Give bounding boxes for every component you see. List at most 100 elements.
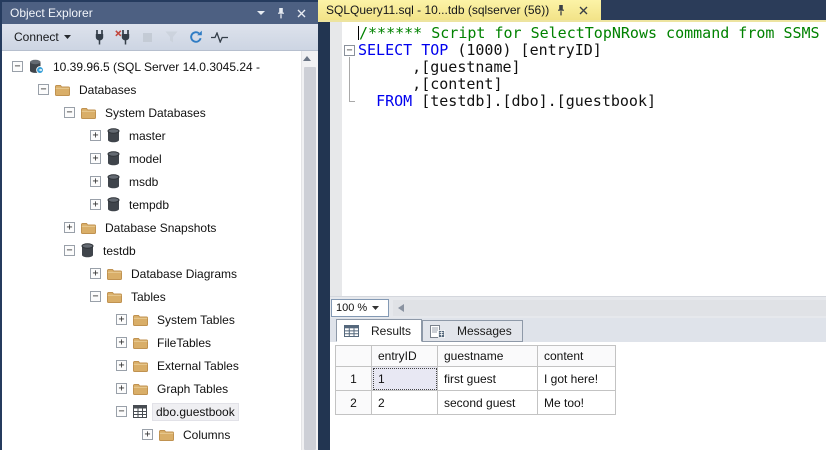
tree-item-label: Columns [180, 427, 233, 443]
stop-button[interactable] [139, 26, 163, 48]
tree-item-tables[interactable]: −Tables [2, 285, 301, 308]
grid-corner-cell[interactable] [336, 346, 372, 367]
tree-item-testdb[interactable]: − testdb [2, 239, 301, 262]
grid-cell[interactable]: first guest [438, 367, 538, 391]
horizontal-scrollbar[interactable] [393, 300, 826, 316]
collapse-minus-icon[interactable]: − [90, 291, 101, 302]
tree-item-master[interactable]: +master [2, 124, 301, 147]
expand-plus-icon[interactable]: + [116, 360, 127, 371]
expand-plus-icon[interactable]: + [90, 153, 101, 164]
object-explorer-titlebar[interactable]: Object Explorer [2, 2, 318, 24]
tree-item-label: 10.39.96.5 (SQL Server 14.0.3045.24 - [50, 59, 263, 75]
results-grid: entryIDguestnamecontent 11first guestI g… [335, 345, 616, 415]
expand-plus-icon[interactable]: + [90, 176, 101, 187]
activity-monitor-icon [211, 32, 228, 43]
folder-icon [133, 314, 148, 326]
tree-vertical-scrollbar[interactable] [301, 51, 318, 450]
expand-plus-icon[interactable]: + [116, 383, 127, 394]
collapse-minus-icon[interactable]: − [12, 61, 23, 72]
grid-cell[interactable]: Me too! [538, 391, 616, 415]
grid-cell[interactable]: 1 [372, 367, 438, 391]
tab-title: SQLQuery11.sql - 10...tdb (sqlserver (56… [326, 3, 549, 17]
refresh-button[interactable] [187, 26, 211, 48]
tree-item-databases[interactable]: −Databases [2, 78, 301, 101]
tree-item-label: Graph Tables [154, 381, 231, 397]
collapse-minus-icon[interactable]: − [64, 107, 75, 118]
filter-button[interactable] [163, 26, 187, 48]
tree-item-label: model [126, 151, 165, 167]
code-surface[interactable]: − /****** Script for SelectTopNRows comm… [342, 22, 826, 296]
expand-plus-icon[interactable]: + [142, 429, 153, 440]
pin-icon [276, 7, 286, 20]
table-icon [133, 405, 147, 418]
row-header[interactable]: 2 [336, 391, 372, 415]
close-icon [297, 9, 306, 18]
stop-icon [142, 32, 153, 43]
activity-monitor-button[interactable] [211, 26, 235, 48]
tree-item-database-snapshots[interactable]: +Database Snapshots [2, 216, 301, 239]
tree-item-system-tables[interactable]: +System Tables [2, 308, 301, 331]
grid-cell[interactable]: I got here! [538, 367, 616, 391]
fold-collapse-icon[interactable]: − [344, 45, 355, 56]
expand-plus-icon[interactable]: + [64, 222, 75, 233]
scroll-left-icon[interactable] [393, 300, 409, 316]
grid-cell[interactable]: 2 [372, 391, 438, 415]
scrollbar-thumb[interactable] [304, 67, 316, 450]
document-tabstrip: SQLQuery11.sql - 10...tdb (sqlserver (56… [318, 0, 826, 22]
collapse-minus-icon[interactable]: − [64, 245, 75, 256]
connect-object-icon [93, 30, 106, 45]
connect-object-button[interactable] [91, 26, 115, 48]
tab-messages[interactable]: Messages [422, 320, 523, 342]
editor-zoom-combo[interactable]: 100 % [331, 299, 389, 317]
tree-item-tempdb[interactable]: +tempdb [2, 193, 301, 216]
window-menu-button[interactable] [256, 5, 272, 21]
folder-icon [133, 337, 148, 349]
expand-plus-icon[interactable]: + [90, 199, 101, 210]
close-panel-button[interactable] [296, 5, 312, 21]
scroll-up-button[interactable] [302, 51, 318, 66]
row-header[interactable]: 1 [336, 367, 372, 391]
expand-plus-icon[interactable]: + [116, 314, 127, 325]
pane-divider[interactable] [318, 22, 330, 450]
folder-icon [159, 429, 174, 441]
tree-item-model[interactable]: + model [2, 147, 301, 170]
folder-icon [55, 84, 70, 96]
database-icon [107, 151, 120, 166]
tree-item-filetables[interactable]: +FileTables [2, 331, 301, 354]
arrow-up-icon [303, 56, 311, 61]
ssms-window: Object Explorer Connect −10.39.96.5 (SQL… [0, 0, 826, 450]
tree-item-label: msdb [126, 174, 161, 190]
column-header-guestname[interactable]: guestname [438, 346, 538, 367]
collapse-minus-icon[interactable]: − [38, 84, 49, 95]
chevron-down-icon [64, 35, 71, 39]
tree-item-columns[interactable]: + Columns [2, 423, 301, 446]
tab-results[interactable]: Results [336, 319, 422, 342]
tree-item-database-diagrams[interactable]: +Database Diagrams [2, 262, 301, 285]
tree-item-10-39-96-5-sql-server-14-0-3045-24[interactable]: − 10.39.96.5 (SQL Server 14.0.3045.24 - [2, 55, 301, 78]
expand-plus-icon[interactable]: + [116, 337, 127, 348]
expand-plus-icon[interactable]: + [90, 130, 101, 141]
tree-item-msdb[interactable]: + msdb [2, 170, 301, 193]
chevron-down-icon [257, 11, 265, 15]
tree-item-external-tables[interactable]: +External Tables [2, 354, 301, 377]
tree-item-graph-tables[interactable]: + Graph Tables [2, 377, 301, 400]
expand-plus-icon[interactable]: + [90, 268, 101, 279]
tree-item-system-databases[interactable]: −System Databases [2, 101, 301, 124]
tree-item-dbo-guestbook[interactable]: −dbo.guestbook [2, 400, 301, 423]
disconnect-button[interactable] [115, 26, 139, 48]
database-icon [107, 174, 120, 189]
tree-item-label: testdb [100, 243, 139, 259]
auto-hide-pin-button[interactable] [276, 5, 292, 21]
table-row: 11first guestI got here! [336, 367, 616, 391]
pin-icon[interactable] [556, 4, 566, 17]
column-header-entryid[interactable]: entryID [372, 346, 438, 367]
query-document-tab[interactable]: SQLQuery11.sql - 10...tdb (sqlserver (56… [318, 0, 601, 20]
disconnect-icon [115, 30, 132, 45]
sql-editor[interactable]: − /****** Script for SelectTopNRows comm… [330, 22, 826, 296]
column-header-content[interactable]: content [538, 346, 616, 367]
connect-button[interactable]: Connect [8, 28, 83, 46]
editor-bottom-strip: 100 % [330, 296, 826, 318]
grid-cell[interactable]: second guest [438, 391, 538, 415]
close-icon[interactable] [579, 6, 588, 15]
collapse-minus-icon[interactable]: − [116, 406, 127, 417]
